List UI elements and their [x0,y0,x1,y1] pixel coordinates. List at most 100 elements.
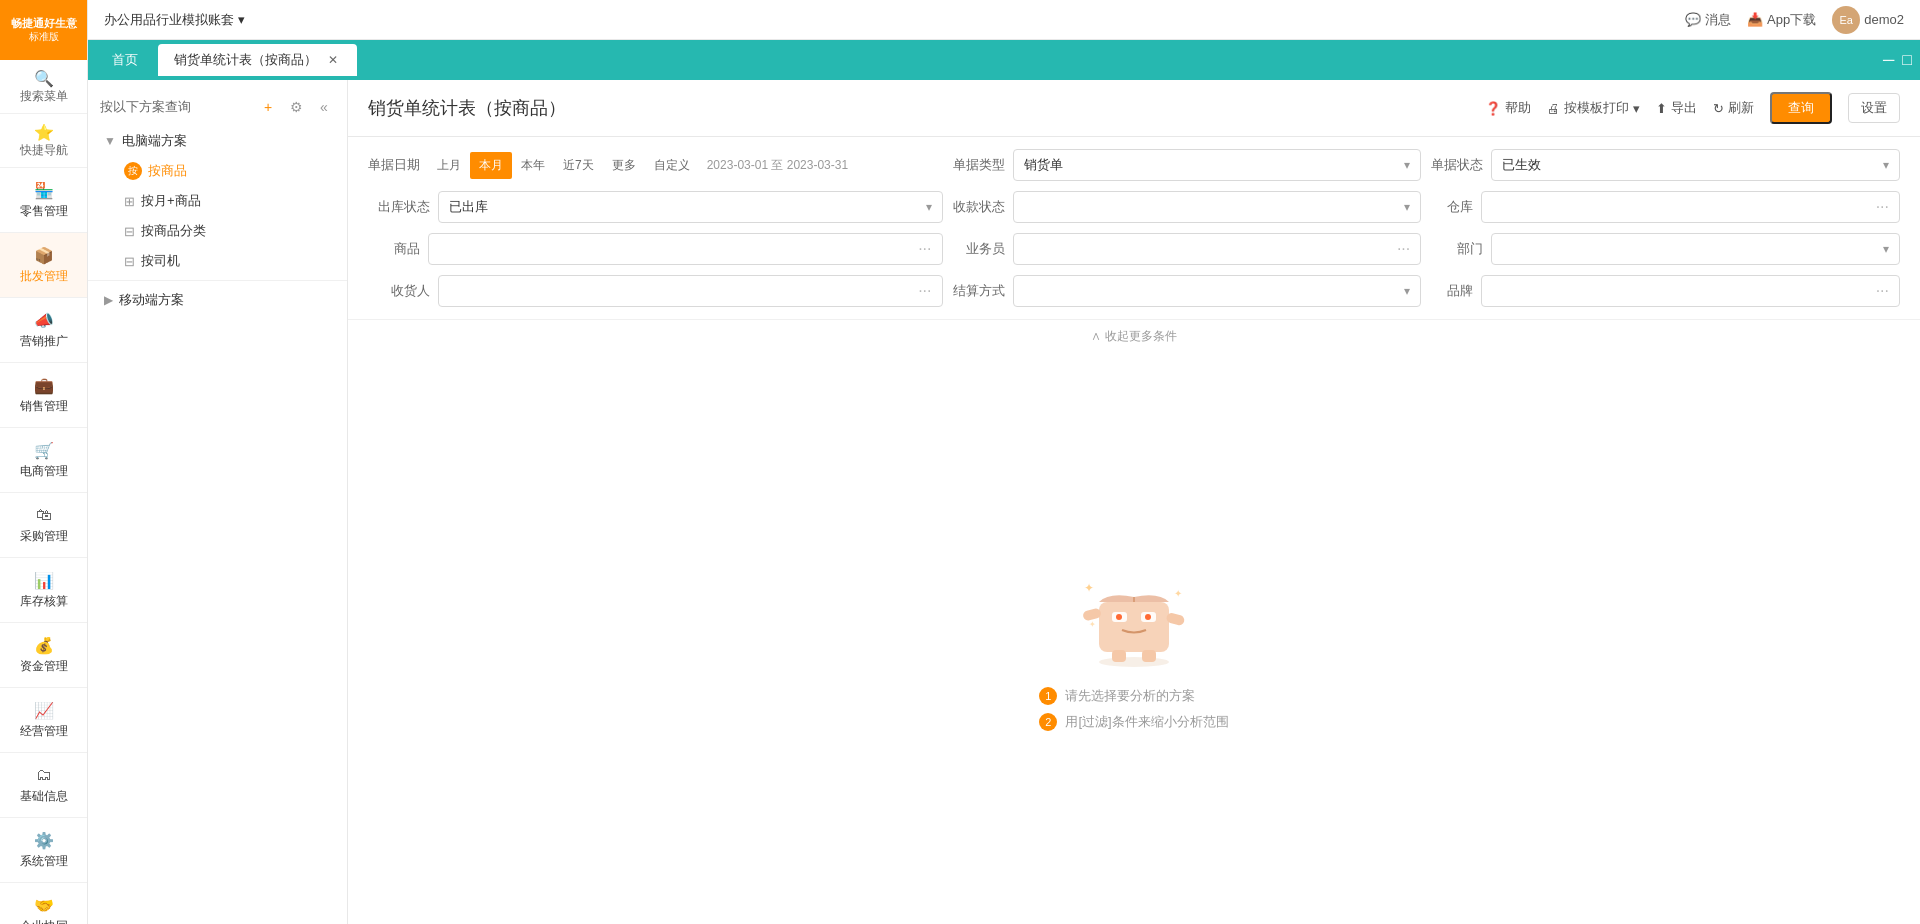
empty-state: ✦ ✦ ✦ 1 请先选择要分析的方案 2 用[过 [348,353,1920,924]
tree-desktop-group[interactable]: ▼ 电脑端方案 [88,126,347,156]
tab-maximize-icon[interactable]: □ [1902,51,1912,69]
sidebar-item-cooperation-label: 企业协同 [20,918,68,924]
warehouse-dots[interactable]: ··· [1876,198,1889,216]
sidebar-item-ecommerce[interactable]: 🛒 电商管理 [0,428,87,493]
product-dots[interactable]: ··· [918,240,931,258]
app-download-button[interactable]: 📥 App下载 [1747,11,1816,29]
tab-home[interactable]: 首页 [96,44,154,76]
tab-minimize-icon[interactable]: ─ [1883,51,1894,69]
svg-rect-1 [1099,602,1169,652]
sidebar-quicknav-label[interactable]: 快捷导航 [20,142,68,159]
sidebar-item-basics[interactable]: 🗂 基础信息 [0,753,87,818]
tip-1-num: 1 [1045,690,1051,702]
payment-label: 收款状态 [943,198,1013,216]
svg-text:✦: ✦ [1174,588,1182,599]
settlement-select[interactable]: ▾ [1013,275,1422,307]
doc-type-select[interactable]: 销货单 ▾ [1013,149,1422,181]
print-dropdown-icon: ▾ [1633,101,1640,116]
receiver-dots[interactable]: ··· [918,282,931,300]
tab-bar: 首页 销货单统计表（按商品） ✕ ─ □ [88,40,1920,80]
tree-mobile-expand-icon: ▶ [104,293,113,307]
query-button[interactable]: 查询 [1770,92,1832,124]
doc-status-select[interactable]: 已生效 ▾ [1491,149,1900,181]
sidebar-item-wholesale[interactable]: 📦 批发管理 [0,233,87,298]
by-product-label: 按商品 [148,162,187,180]
filter-cell-settlement: 结算方式 ▾ [943,275,1422,307]
date-tab-this-year[interactable]: 本年 [512,152,554,179]
brand-dots[interactable]: ··· [1876,282,1889,300]
sidebar-item-operations[interactable]: 📈 经营管理 [0,688,87,753]
sidebar-item-marketing[interactable]: 📣 营销推广 [0,298,87,363]
date-tab-7days[interactable]: 近7天 [554,152,603,179]
date-tab-last-month[interactable]: 上月 [428,152,470,179]
sidebar-item-finance[interactable]: 💰 资金管理 [0,623,87,688]
filter-cell-doc-status: 单据状态 已生效 ▾ [1421,149,1900,181]
refresh-icon: ↻ [1713,101,1724,116]
collapse-button[interactable]: ∧ 收起更多条件 [1091,328,1176,345]
settings-scheme-button[interactable]: ⚙ [285,96,307,118]
sidebar-search-label[interactable]: 搜索菜单 [20,88,68,105]
collapse-icon: « [320,99,328,115]
sidebar-item-purchase[interactable]: 🛍 采购管理 [0,493,87,558]
tree-child-by-month-product[interactable]: ⊞ 按月+商品 [88,186,347,216]
sidebar-item-basics-label: 基础信息 [20,788,68,805]
tree-child-by-product[interactable]: 按 按商品 [88,156,347,186]
sidebar-item-finance-label: 资金管理 [20,658,68,675]
empty-tip-2: 2 用[过滤]条件来缩小分析范围 [1039,713,1228,731]
collapse-row[interactable]: ∧ 收起更多条件 [348,319,1920,353]
sidebar-item-sales[interactable]: 💼 销售管理 [0,363,87,428]
tree-mobile-group[interactable]: ▶ 移动端方案 [88,285,347,315]
salesperson-dots[interactable]: ··· [1397,240,1410,258]
export-button[interactable]: ⬆ 导出 [1656,99,1697,117]
by-product-icon: 按 [124,162,142,180]
download-icon: 📥 [1747,12,1763,27]
brand-select[interactable]: ··· [1481,275,1900,307]
date-tab-custom[interactable]: 自定义 [645,152,699,179]
product-select[interactable]: ··· [428,233,943,265]
wh-status-select[interactable]: 已出库 ▾ [438,191,943,223]
sidebar-item-cooperation[interactable]: 🤝 企业协同 [0,883,87,924]
sidebar-item-retail[interactable]: 🏪 零售管理 [0,168,87,233]
sidebar-item-inventory[interactable]: 📊 库存核算 [0,558,87,623]
sidebar-item-purchase-label: 采购管理 [20,528,68,545]
sidebar-item-marketing-label: 营销推广 [20,333,68,350]
payment-select[interactable]: ▾ [1013,191,1422,223]
doc-type-arrow: ▾ [1404,158,1410,172]
by-category-icon: ⊟ [124,224,135,239]
warehouse-label: 仓库 [1421,198,1481,216]
sidebar-search[interactable]: 🔍 搜索菜单 [0,60,87,114]
tip-2-circle: 2 [1039,713,1057,731]
sidebar-item-system[interactable]: ⚙️ 系统管理 [0,818,87,883]
date-tab-this-month[interactable]: 本月 [470,152,512,179]
user-menu[interactable]: Ea demo2 [1832,6,1904,34]
date-tab-more[interactable]: 更多 [603,152,645,179]
message-icon: 💬 [1685,12,1701,27]
industry-selector[interactable]: 办公用品行业模拟账套 ▾ [104,11,245,29]
print-icon: 🖨 [1547,101,1560,116]
filter-cell-date: 单据日期 上月 本月 本年 近7天 更多 自定义 2023-03-01 至 20… [368,152,943,179]
add-icon: + [264,99,272,115]
receiver-select[interactable]: ··· [438,275,943,307]
tab-close-icon[interactable]: ✕ [325,52,341,68]
refresh-button[interactable]: ↻ 刷新 [1713,99,1754,117]
warehouse-select[interactable]: ··· [1481,191,1900,223]
help-button[interactable]: ❓ 帮助 [1485,99,1531,117]
tree-child-by-category[interactable]: ⊟ 按商品分类 [88,216,347,246]
settings-button[interactable]: 设置 [1848,93,1900,123]
tree-divider [88,280,347,281]
collapse-panel-button[interactable]: « [313,96,335,118]
sidebar-item-sales-label: 销售管理 [20,398,68,415]
wh-status-value: 已出库 [449,198,488,216]
payment-arrow: ▾ [1404,200,1410,214]
receiver-label: 收货人 [368,282,438,300]
refresh-label: 刷新 [1728,99,1754,117]
system-icon: ⚙️ [34,830,54,850]
tab-active[interactable]: 销货单统计表（按商品） ✕ [158,44,357,76]
message-button[interactable]: 💬 消息 [1685,11,1731,29]
tree-child-by-cashier[interactable]: ⊟ 按司机 [88,246,347,276]
sidebar-quicknav[interactable]: ⭐ 快捷导航 [0,114,87,168]
salesperson-select[interactable]: ··· [1013,233,1422,265]
template-print-button[interactable]: 🖨 按模板打印 ▾ [1547,99,1640,117]
department-select[interactable]: ▾ [1491,233,1900,265]
add-scheme-button[interactable]: + [257,96,279,118]
